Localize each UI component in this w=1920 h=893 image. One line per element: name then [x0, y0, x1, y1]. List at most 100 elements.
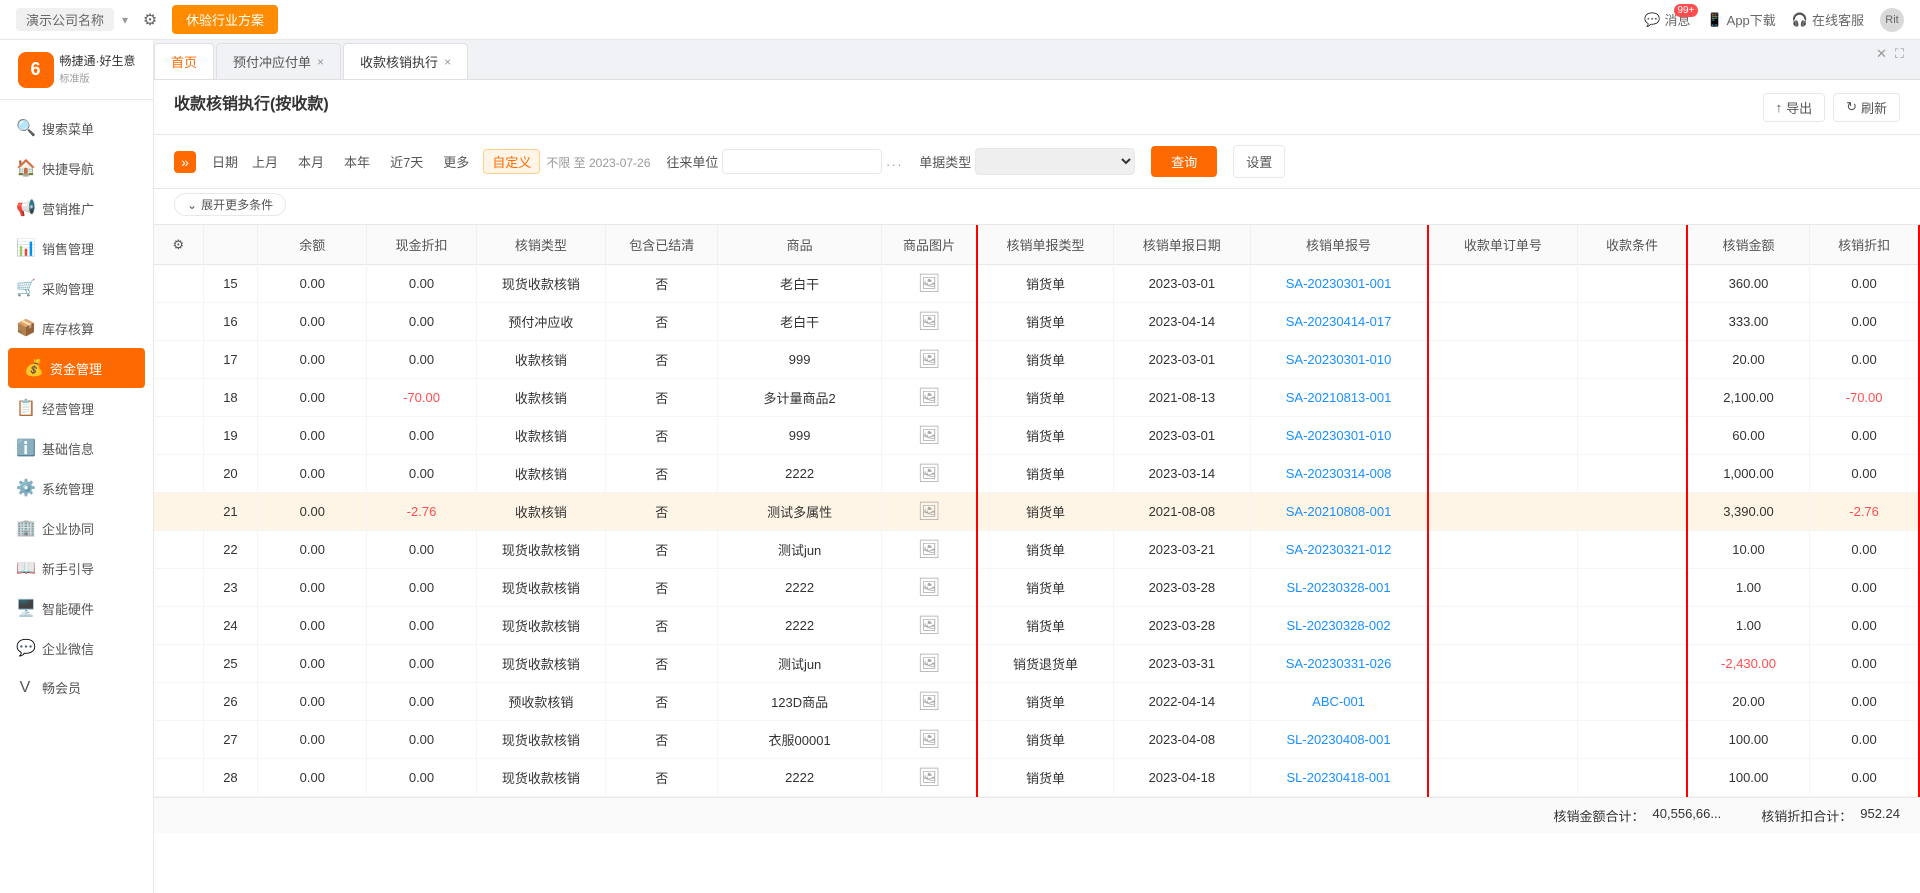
- cell-collection_cond: [1578, 759, 1687, 797]
- tab-home[interactable]: 首页: [154, 43, 214, 79]
- footer-total-amount: 核销金额合计： 40,556,66...: [1554, 806, 1722, 825]
- cell-goods: 2222: [718, 607, 882, 645]
- bill-report-link[interactable]: SL-20230418-001: [1286, 770, 1390, 785]
- cell-included_cleared: 否: [606, 379, 718, 417]
- settings-gear-icon[interactable]: ⚙: [136, 6, 164, 34]
- sidebar-item-marketing[interactable]: 📢营销推广: [0, 188, 153, 228]
- date-option-本月[interactable]: 本月: [290, 150, 332, 173]
- cell-settings: [154, 417, 203, 455]
- bill-report-link[interactable]: SL-20230408-001: [1286, 732, 1390, 747]
- sidebar-item-search-menu[interactable]: 🔍搜索菜单: [0, 108, 153, 148]
- sidebar-item-hardware[interactable]: 🖥️智能硬件: [0, 588, 153, 628]
- sidebar-item-system[interactable]: ⚙️系统管理: [0, 468, 153, 508]
- bill-report-link[interactable]: SA-20230414-017: [1286, 314, 1392, 329]
- tab-label-collection-tab: 收款核销执行: [360, 52, 438, 71]
- goods-image-icon: 🖼: [918, 577, 941, 597]
- counterparty-input[interactable]: [722, 149, 882, 174]
- industry-btn[interactable]: 休验行业方案: [172, 5, 278, 34]
- expand-more-btn[interactable]: ⌄ 展开更多条件: [174, 193, 286, 216]
- cell-settings: [154, 683, 203, 721]
- cell-settings: [154, 531, 203, 569]
- sidebar-item-guide[interactable]: 📖新手引导: [0, 548, 153, 588]
- bill-type-select[interactable]: [975, 148, 1135, 175]
- bill-report-link[interactable]: SL-20230328-001: [1286, 580, 1390, 595]
- bill-report-link[interactable]: SA-20230331-026: [1286, 656, 1392, 671]
- bill-report-link[interactable]: SA-20230301-001: [1286, 276, 1392, 291]
- total-discount-label: 核销折扣合计：: [1761, 806, 1852, 825]
- tab-label-home: 首页: [171, 52, 197, 71]
- sidebar-item-finance[interactable]: 💰资金管理: [8, 348, 145, 388]
- bill-report-link[interactable]: SA-20230301-010: [1286, 428, 1392, 443]
- close-window-icon[interactable]: ✕: [1876, 46, 1887, 62]
- cell-collection_order_no: [1428, 455, 1578, 493]
- cell-seq: 18: [203, 379, 258, 417]
- date-option-本年[interactable]: 本年: [336, 150, 378, 173]
- app-download-btn[interactable]: 📱 App下载: [1706, 10, 1775, 29]
- sidebar-item-basic-info[interactable]: ℹ️基础信息: [0, 428, 153, 468]
- settings-btn[interactable]: 设置: [1233, 145, 1285, 178]
- tab-prepay-tab[interactable]: 预付冲应付单×: [216, 43, 341, 79]
- cell-goods: 999: [718, 341, 882, 379]
- sidebar-item-quick-nav[interactable]: 🏠快捷导航: [0, 148, 153, 188]
- date-option-更多[interactable]: 更多: [435, 150, 477, 173]
- close-tab-prepay-tab[interactable]: ×: [317, 55, 324, 69]
- cell-settings: [154, 721, 203, 759]
- chevron-down-icon[interactable]: ▾: [122, 13, 128, 27]
- sidebar-item-sales[interactable]: 📊销售管理: [0, 228, 153, 268]
- cell-collection_order_no: [1428, 531, 1578, 569]
- cell-included_cleared: 否: [606, 265, 718, 303]
- bill-report-link[interactable]: SA-20230301-010: [1286, 352, 1392, 367]
- cell-bill_report_date: 2023-04-18: [1114, 759, 1251, 797]
- cell-balance: 0.00: [258, 569, 367, 607]
- main-layout: 6 畅捷通·好生意 标准版 🔍搜索菜单🏠快捷导航📢营销推广📊销售管理🛒采购管理📦…: [0, 40, 1920, 893]
- cell-bill_report_no: SA-20230301-010: [1250, 417, 1427, 455]
- sidebar-item-enterprise[interactable]: 🏢企业协同: [0, 508, 153, 548]
- maximize-icon[interactable]: ⛶: [1895, 46, 1904, 62]
- table-row: 180.00-70.00收款核销否多计量商品2🖼销货单2021-08-13SA-…: [154, 379, 1919, 417]
- col-header-seq: [203, 225, 258, 265]
- cell-bill_report_no: SA-20230301-001: [1250, 265, 1427, 303]
- date-option-近7天[interactable]: 近7天: [382, 150, 431, 173]
- bill-report-link[interactable]: SA-20230321-012: [1286, 542, 1392, 557]
- query-btn[interactable]: 查询: [1151, 146, 1217, 177]
- goods-image-icon: 🖼: [918, 311, 941, 331]
- cell-writeoff_type: 现货收款核销: [476, 569, 606, 607]
- date-option-上月[interactable]: 上月: [244, 150, 286, 173]
- sidebar-item-vip[interactable]: V畅会员: [0, 668, 153, 707]
- cell-balance: 0.00: [258, 303, 367, 341]
- online-service-btn[interactable]: 🎧 在线客服: [1792, 10, 1864, 29]
- table-row: 160.000.00预付冲应收否老白干🖼销货单2023-04-14SA-2023…: [154, 303, 1919, 341]
- messages-btn[interactable]: 💬 消息 99+: [1644, 10, 1690, 29]
- bill-report-link[interactable]: SA-20230314-008: [1286, 466, 1392, 481]
- company-name[interactable]: 演示公司名称: [16, 8, 114, 31]
- custom-date-btn[interactable]: 自定义: [483, 149, 540, 174]
- filter-dots: ...: [886, 154, 903, 169]
- cell-bill_report_date: 2023-03-14: [1114, 455, 1251, 493]
- bill-report-link[interactable]: SL-20230328-002: [1286, 618, 1390, 633]
- user-avatar[interactable]: Rit: [1880, 8, 1904, 32]
- sidebar-item-wechat[interactable]: 💬企业微信: [0, 628, 153, 668]
- cell-settings: [154, 607, 203, 645]
- cell-cash_discount: 0.00: [367, 455, 476, 493]
- cell-bill_report_date: 2023-03-21: [1114, 531, 1251, 569]
- close-tab-collection-tab[interactable]: ×: [444, 55, 451, 69]
- sidebar-item-operations[interactable]: 📋经营管理: [0, 388, 153, 428]
- logo-icon: 6: [18, 52, 54, 88]
- filter-expand-btn[interactable]: »: [174, 151, 196, 173]
- cell-included_cleared: 否: [606, 645, 718, 683]
- cell-writeoff_type: 收款核销: [476, 493, 606, 531]
- cell-goods: 老白干: [718, 265, 882, 303]
- tab-collection-tab[interactable]: 收款核销执行 ×: [343, 43, 468, 79]
- sidebar-item-inventory[interactable]: 📦库存核算: [0, 308, 153, 348]
- cell-cash_discount: 0.00: [367, 341, 476, 379]
- bill-report-link[interactable]: ABC-001: [1312, 694, 1365, 709]
- cell-cash_discount: -2.76: [367, 493, 476, 531]
- export-btn[interactable]: ↑ 导出: [1763, 93, 1826, 122]
- bill-report-link[interactable]: SA-20210808-001: [1286, 504, 1392, 519]
- table-settings-icon[interactable]: ⚙: [172, 237, 184, 252]
- bill-report-link[interactable]: SA-20210813-001: [1286, 390, 1392, 405]
- sidebar-item-purchase[interactable]: 🛒采购管理: [0, 268, 153, 308]
- goods-image-icon: 🖼: [918, 539, 941, 559]
- cell-goods: 2222: [718, 569, 882, 607]
- refresh-btn[interactable]: ↻ 刷新: [1833, 93, 1900, 122]
